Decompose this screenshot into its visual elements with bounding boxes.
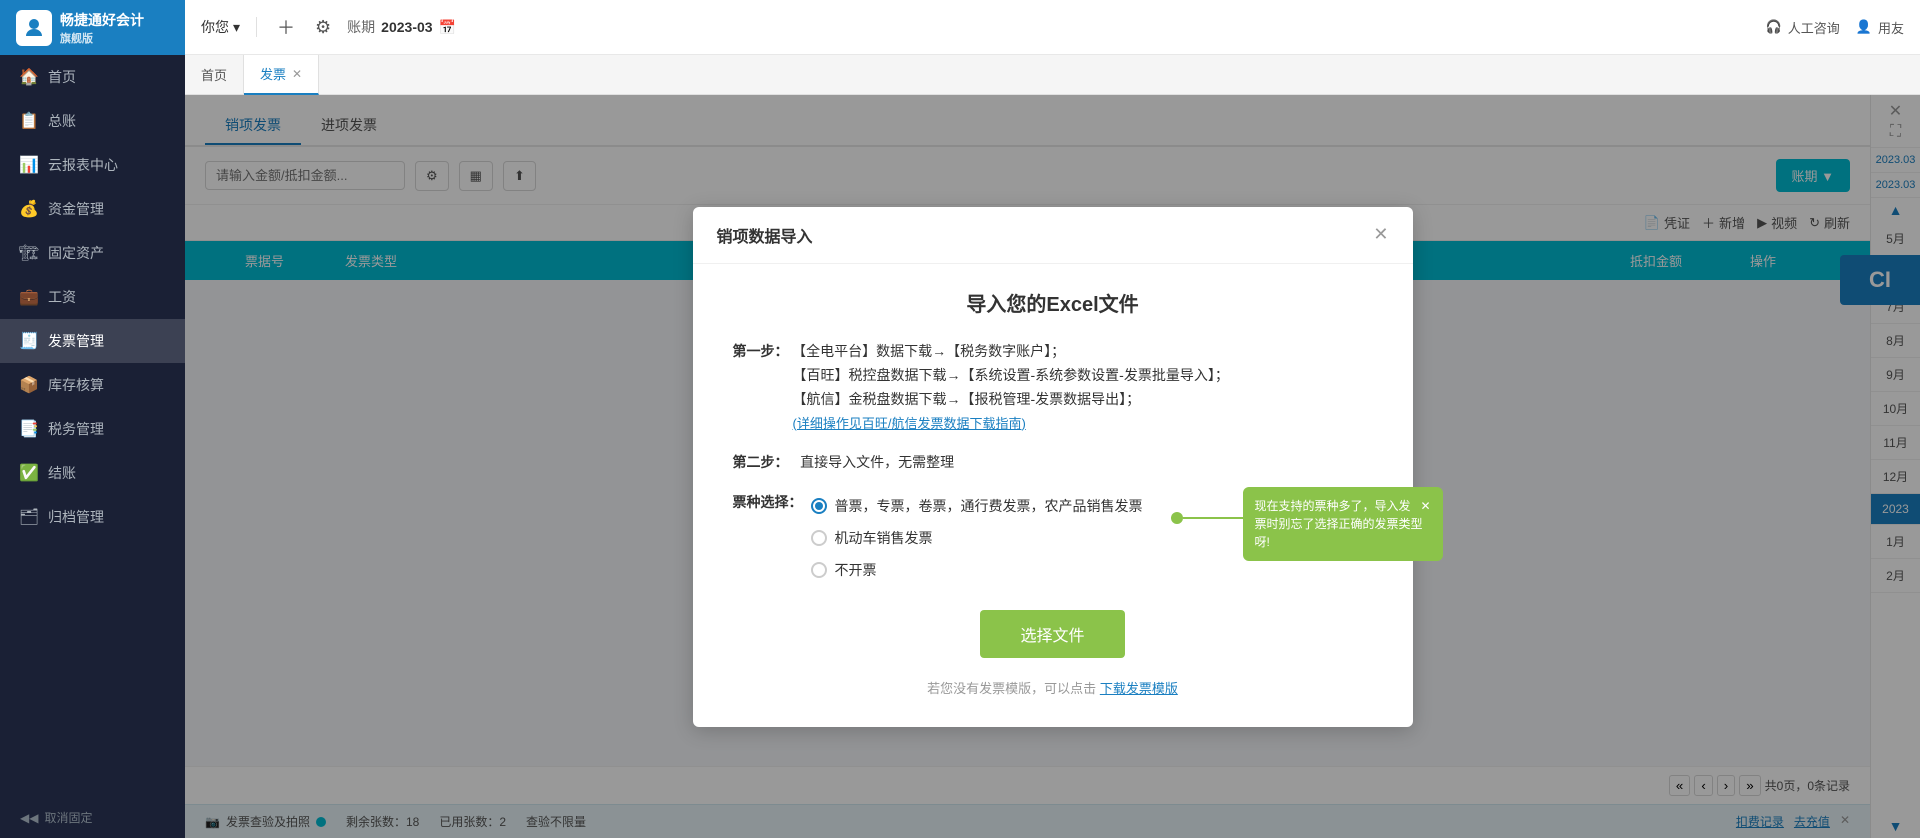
user-icon: 👤 <box>1856 19 1872 35</box>
step1-link-container: (详细操作见百旺/航信发票数据下载指南) <box>733 413 1373 432</box>
fund-icon: 💰 <box>20 200 38 218</box>
modal-main-title: 导入您的Excel文件 <box>733 288 1373 317</box>
ledger-icon: 📋 <box>20 112 38 130</box>
sidebar-item-home[interactable]: 🏠 首页 <box>0 55 185 99</box>
inventory-icon: 📦 <box>20 376 38 394</box>
logo-text: 畅捷通好会计 旗舰版 <box>60 10 144 46</box>
sidebar-item-cloud-report[interactable]: 📊 云报表中心 <box>0 143 185 187</box>
step1-link[interactable]: (详细操作见百旺/航信发票数据下载指南) <box>793 416 1026 431</box>
import-modal: 销项数据导入 ✕ 导入您的Excel文件 第一步： 【全电平台】数据下载→【税务… <box>693 207 1413 727</box>
tooltip-anchor-dot <box>1171 512 1183 524</box>
modal-header: 销项数据导入 ✕ <box>693 207 1413 264</box>
pin-icon: ◀◀ <box>20 811 38 825</box>
radio-car[interactable]: 机动车销售发票 <box>811 528 1143 548</box>
logo-icon <box>16 10 52 46</box>
sidebar-item-archive[interactable]: 🗂 归档管理 <box>0 495 185 539</box>
home-icon: 🏠 <box>20 68 38 86</box>
sidebar-item-fund[interactable]: 💰 资金管理 <box>0 187 185 231</box>
modal-close-btn[interactable]: ✕ <box>1373 224 1388 245</box>
main-area: 你您 ▾ ＋ ⚙ 账期 2023-03 📅 🎧 人工咨询 👤 用友 <box>185 0 1920 838</box>
chevron-down-icon: ▾ <box>233 19 240 36</box>
radio-none-btn <box>811 562 827 578</box>
sidebar-item-inventory[interactable]: 📦 库存核算 <box>0 363 185 407</box>
radio-car-btn <box>811 530 827 546</box>
user-menu[interactable]: 👤 用友 <box>1856 18 1904 37</box>
content-area: 销项发票 进项发票 ⚙ ▦ ⬆ 账期 ▼ 📄 <box>185 95 1920 838</box>
tab-home[interactable]: 首页 <box>185 55 244 95</box>
step1-section: 第一步： 【全电平台】数据下载→【税务数字账户】； 【百旺】税控盘数据下载→【系… <box>733 341 1373 432</box>
radio-group: 普票，专票，卷票，通行费发票，农产品销售发票 机动车销售发票 不开票 <box>811 496 1143 580</box>
download-template-link[interactable]: 下载发票模版 <box>1100 681 1178 696</box>
tooltip-close-btn[interactable]: ✕ <box>1420 497 1430 515</box>
payroll-icon: 💼 <box>20 288 38 306</box>
step2-content: 直接导入文件，无需整理 <box>800 454 954 470</box>
radio-normal[interactable]: 普票，专票，卷票，通行费发票，农产品销售发票 <box>811 496 1143 516</box>
checkout-icon: ✅ <box>20 464 38 482</box>
tab-invoice[interactable]: 发票 ✕ <box>244 55 319 95</box>
app-logo: 畅捷通好会计 旗舰版 <box>0 0 185 55</box>
tax-icon: 📑 <box>20 420 38 438</box>
sidebar-item-payroll[interactable]: 💼 工资 <box>0 275 185 319</box>
tooltip-line <box>1183 517 1243 519</box>
tooltip-dot-container: ✕ 现在支持的票种多了，导入发票时别忘了选择正确的发票类型呀! <box>1171 512 1183 524</box>
sidebar: 畅捷通好会计 旗舰版 🏠 首页 📋 总账 📊 云报表中心 💰 <box>0 0 185 838</box>
sidebar-item-checkout[interactable]: ✅ 结账 <box>0 451 185 495</box>
radio-normal-btn <box>811 498 827 514</box>
modal-overlay: 销项数据导入 ✕ 导入您的Excel文件 第一步： 【全电平台】数据下载→【税务… <box>185 95 1920 838</box>
modal-title: 销项数据导入 <box>717 223 813 247</box>
headset-icon: 🎧 <box>1766 19 1782 35</box>
modal-footer: 若您没有发票模版，可以点击 下载发票模版 <box>733 678 1373 697</box>
ticket-label: 票种选择： <box>733 492 803 512</box>
topbar-right: 🎧 人工咨询 👤 用友 <box>1766 18 1904 37</box>
sidebar-item-invoice[interactable]: 🧾 发票管理 <box>0 319 185 363</box>
step2-label: 第二步： <box>733 454 789 470</box>
company-name: 你您 <box>201 17 229 37</box>
select-file-btn[interactable]: 选择文件 <box>980 610 1124 658</box>
step2-section: 第二步： 直接导入文件，无需整理 <box>733 452 1373 472</box>
sidebar-nav: 🏠 首页 📋 总账 📊 云报表中心 💰 资金管理 🏗 固定资产 <box>0 55 185 797</box>
tabbar: 首页 发票 ✕ <box>185 55 1920 95</box>
tooltip-bubble: ✕ 现在支持的票种多了，导入发票时别忘了选择正确的发票类型呀! <box>1243 487 1443 561</box>
company-selector[interactable]: 你您 ▾ <box>201 17 240 37</box>
fixed-assets-icon: 🏗 <box>20 244 38 262</box>
sidebar-item-tax[interactable]: 📑 税务管理 <box>0 407 185 451</box>
sidebar-unpin[interactable]: ◀◀ 取消固定 <box>0 797 185 838</box>
ticket-selection: 票种选择： 普票，专票，卷票，通行费发票，农产品销售发票 机动车销售发票 <box>733 492 1373 580</box>
sidebar-item-ledger[interactable]: 📋 总账 <box>0 99 185 143</box>
archive-icon: 🗂 <box>20 508 38 526</box>
support-button[interactable]: 🎧 人工咨询 <box>1766 18 1840 37</box>
period-display: 账期 2023-03 📅 <box>347 17 456 37</box>
step1-line3: 【航信】金税盘数据下载→【报税管理-发票数据导出】； <box>733 389 1373 409</box>
modal-body: 导入您的Excel文件 第一步： 【全电平台】数据下载→【税务数字账户】； 【百… <box>693 264 1413 727</box>
tab-close-invoice[interactable]: ✕ <box>292 67 302 81</box>
invoice-icon: 🧾 <box>20 332 38 350</box>
topbar-divider <box>256 17 257 37</box>
settings-button[interactable]: ⚙ <box>311 13 335 42</box>
step1-header: 第一步： 【全电平台】数据下载→【税务数字账户】； <box>733 341 1373 361</box>
topbar: 你您 ▾ ＋ ⚙ 账期 2023-03 📅 🎧 人工咨询 👤 用友 <box>185 0 1920 55</box>
sidebar-item-fixed-assets[interactable]: 🏗 固定资产 <box>0 231 185 275</box>
calendar-icon: 📅 <box>439 19 456 36</box>
add-button[interactable]: ＋ <box>273 10 299 44</box>
cloud-report-icon: 📊 <box>20 156 38 174</box>
radio-none[interactable]: 不开票 <box>811 560 1143 580</box>
step1-line2: 【百旺】税控盘数据下载→【系统设置-系统参数设置-发票批量导入】； <box>733 365 1373 385</box>
